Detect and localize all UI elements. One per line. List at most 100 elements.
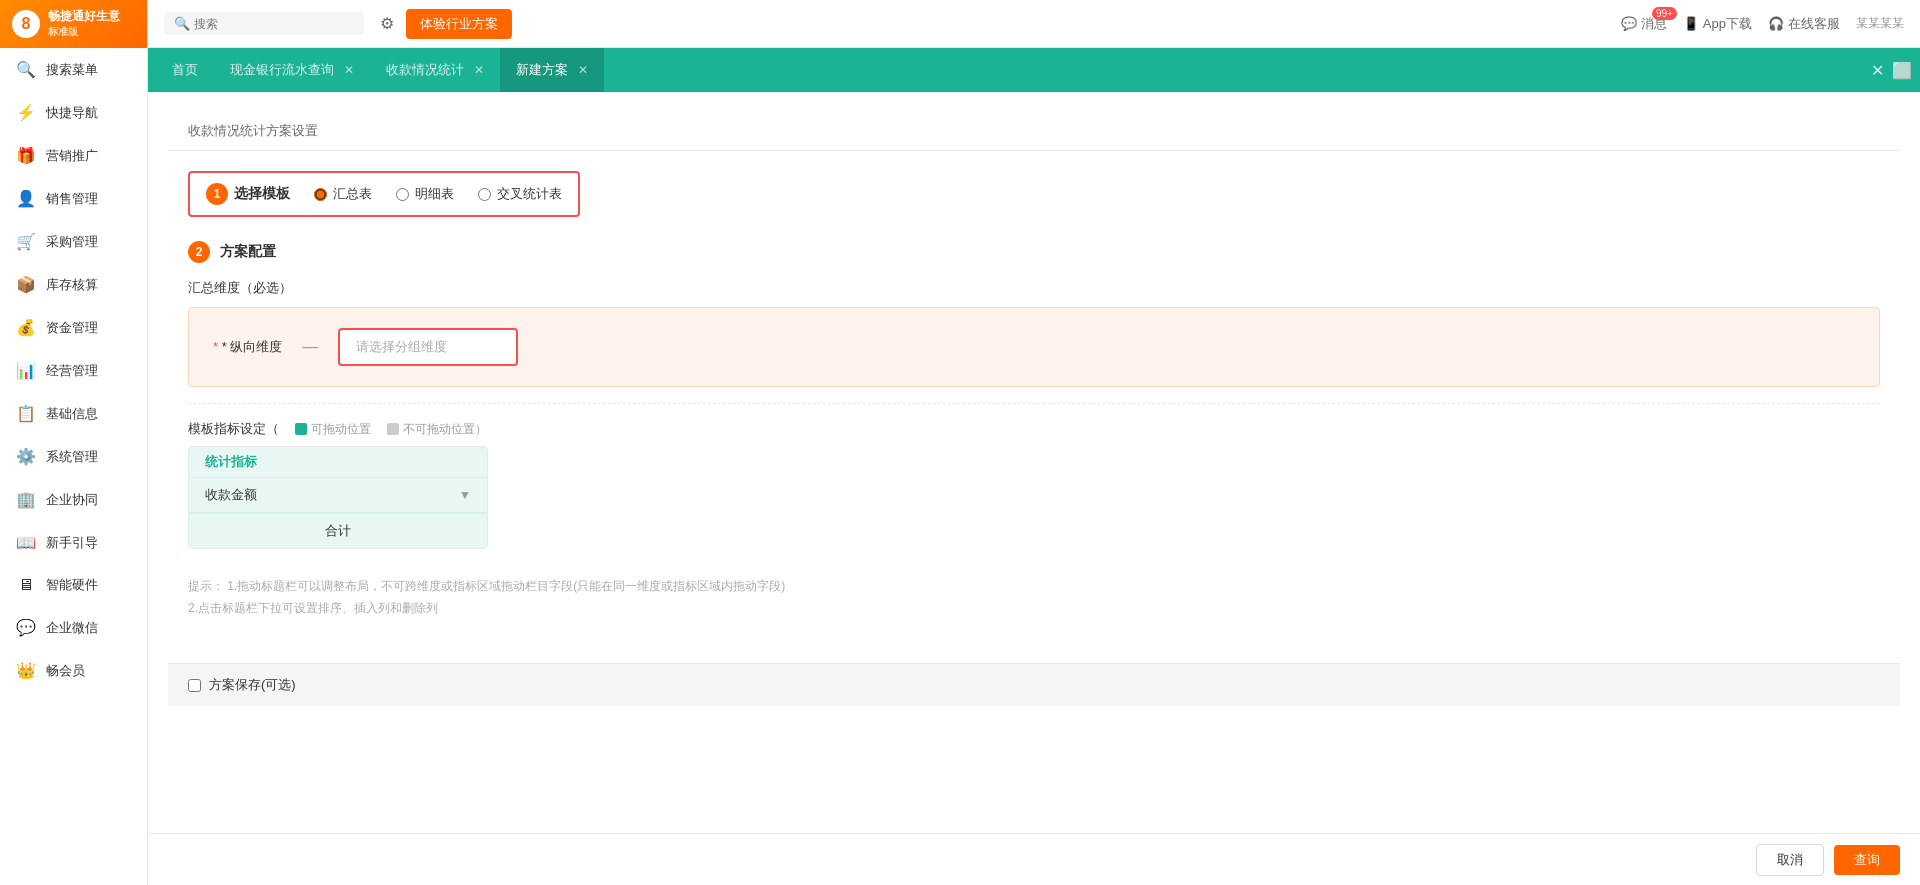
hardware-icon: 🖥 [16, 576, 36, 594]
step2-section: 2 方案配置 汇总维度（必选） * * 纵向维度 — 请选择分组维度 [188, 241, 1880, 619]
step1-section: 1 选择模板 汇总表 明细表 [188, 171, 1880, 217]
download-icon: 📱 [1683, 16, 1699, 31]
template-selection: 1 选择模板 汇总表 明细表 [188, 171, 580, 217]
radio-detail-label[interactable]: 明细表 [415, 185, 454, 203]
vertical-dimension-select[interactable]: 请选择分组维度 [338, 328, 518, 366]
step2-title: 方案配置 [220, 243, 276, 261]
radio-cross[interactable]: 交叉统计表 [478, 185, 562, 203]
logo-sub: 标准版 [48, 25, 120, 39]
sidebar-item-system[interactable]: ⚙️ 系统管理 [0, 435, 147, 478]
nav-label: 系统管理 [46, 448, 98, 466]
trial-button[interactable]: 体验行业方案 [406, 9, 512, 39]
search-menu-icon: 🔍 [16, 60, 36, 79]
sidebar-item-finance[interactable]: 💰 资金管理 [0, 306, 147, 349]
radio-detail-input[interactable] [396, 188, 409, 201]
tab-bank-flow[interactable]: 现金银行流水查询 ✕ [214, 48, 370, 92]
sidebar-item-search-menu[interactable]: 🔍 搜索菜单 [0, 48, 147, 91]
sidebar-item-inventory[interactable]: 📦 库存核算 [0, 263, 147, 306]
page-title: 收款情况统计方案设置 [168, 112, 1900, 151]
step1-title: 选择模板 [234, 185, 290, 203]
maximize-icon[interactable]: ⬜ [1892, 61, 1912, 80]
sidebar-item-member[interactable]: 👑 畅会员 [0, 649, 147, 692]
sidebar-item-basic-info[interactable]: 📋 基础信息 [0, 392, 147, 435]
metrics-cell-label: 收款金额 [205, 486, 257, 504]
nav-label: 经营管理 [46, 362, 98, 380]
tab-receipt-stats-label: 收款情况统计 [386, 61, 464, 79]
sidebar-item-marketing[interactable]: 🎁 营销推广 [0, 134, 147, 177]
message-button[interactable]: 💬 消息 99+ [1621, 15, 1667, 33]
topbar-right: 💬 消息 99+ 📱 App下载 🎧 在线客服 某某某某 [1621, 15, 1904, 33]
save-checkbox[interactable] [188, 679, 201, 692]
metrics-table: 统计指标 收款金额 ▼ 合计 [188, 446, 488, 549]
sidebar-nav: 🔍 搜索菜单 ⚡ 快捷导航 🎁 营销推广 👤 销售管理 🛒 采购管理 📦 库存核… [0, 48, 147, 885]
content-area: 收款情况统计方案设置 1 选择模板 汇总表 [148, 92, 1920, 833]
message-badge: 99+ [1652, 7, 1677, 20]
metrics-cell-amount[interactable]: 收款金额 ▼ [189, 478, 487, 513]
settings-icon[interactable]: ⚙ [380, 14, 394, 33]
radio-cross-input[interactable] [478, 188, 491, 201]
tab-bank-flow-close[interactable]: ✕ [344, 63, 354, 77]
close-window-icon[interactable]: ✕ [1871, 61, 1884, 80]
radio-summary-input[interactable] [314, 188, 327, 201]
nav-label: 企业微信 [46, 619, 98, 637]
sidebar-item-quick-nav[interactable]: ⚡ 快捷导航 [0, 91, 147, 134]
sidebar: 8 畅捷通好生意 标准版 🔍 搜索菜单 ⚡ 快捷导航 🎁 营销推广 👤 销售管理… [0, 0, 148, 885]
step2-header: 2 方案配置 [188, 241, 1880, 263]
radio-cross-label[interactable]: 交叉统计表 [497, 185, 562, 203]
sidebar-item-wechat[interactable]: 💬 企业微信 [0, 606, 147, 649]
operations-icon: 📊 [16, 361, 36, 380]
nav-label: 搜索菜单 [46, 61, 98, 79]
tab-home[interactable]: 首页 [156, 48, 214, 92]
step1-num: 1 [206, 183, 228, 205]
tab-home-label: 首页 [172, 61, 198, 79]
arrow-icon: — [302, 338, 318, 356]
logo-area: 8 畅捷通好生意 标准版 [0, 0, 147, 48]
sidebar-item-guide[interactable]: 📖 新手引导 [0, 521, 147, 564]
sidebar-item-purchase[interactable]: 🛒 采购管理 [0, 220, 147, 263]
tab-receipt-stats[interactable]: 收款情况统计 ✕ [370, 48, 500, 92]
cancel-button[interactable]: 取消 [1756, 844, 1824, 876]
inventory-icon: 📦 [16, 275, 36, 294]
tab-new-plan[interactable]: 新建方案 ✕ [500, 48, 604, 92]
message-icon: 💬 [1621, 16, 1637, 31]
sidebar-item-enterprise[interactable]: 🏢 企业协同 [0, 478, 147, 521]
nav-label: 采购管理 [46, 233, 98, 251]
sidebar-item-hardware[interactable]: 🖥 智能硬件 [0, 564, 147, 606]
service-button[interactable]: 🎧 在线客服 [1768, 15, 1840, 33]
save-option: 方案保存(可选) [168, 663, 1900, 706]
download-label: App下载 [1703, 15, 1752, 33]
search-input[interactable] [194, 17, 344, 31]
non-draggable-label: 不可拖动位置） [403, 421, 487, 438]
sales-icon: 👤 [16, 189, 36, 208]
topbar: 🔍 ⚙ 体验行业方案 💬 消息 99+ 📱 App下载 🎧 在线客服 某某某某 [148, 0, 1920, 48]
logo-icon: 8 [12, 10, 40, 38]
step2-num: 2 [188, 241, 210, 263]
step1-header: 1 选择模板 汇总表 明细表 [188, 171, 1880, 217]
dropdown-icon[interactable]: ▼ [459, 488, 471, 502]
draggable-label: 可拖动位置 [311, 421, 371, 438]
download-button[interactable]: 📱 App下载 [1683, 15, 1752, 33]
draggable-dot [295, 423, 307, 435]
radio-summary[interactable]: 汇总表 [314, 185, 372, 203]
user-name: 某某某某 [1856, 15, 1904, 32]
tab-new-plan-close[interactable]: ✕ [578, 63, 588, 77]
radio-summary-label[interactable]: 汇总表 [333, 185, 372, 203]
non-draggable-dot [387, 423, 399, 435]
purchase-icon: 🛒 [16, 232, 36, 251]
guide-icon: 📖 [16, 533, 36, 552]
metrics-header: 统计指标 [189, 447, 487, 478]
save-label[interactable]: 方案保存(可选) [209, 676, 296, 694]
vertical-dimension-row: * * 纵向维度 — 请选择分组维度 [213, 328, 1855, 366]
radio-detail[interactable]: 明细表 [396, 185, 454, 203]
main-area: 🔍 ⚙ 体验行业方案 💬 消息 99+ 📱 App下载 🎧 在线客服 某某某某 … [148, 0, 1920, 885]
tab-receipt-stats-close[interactable]: ✕ [474, 63, 484, 77]
tabbar-actions: ✕ ⬜ [1871, 61, 1912, 80]
nav-label: 基础信息 [46, 405, 98, 423]
sidebar-item-sales[interactable]: 👤 销售管理 [0, 177, 147, 220]
sidebar-item-operations[interactable]: 📊 经营管理 [0, 349, 147, 392]
nav-label: 营销推广 [46, 147, 98, 165]
query-button[interactable]: 查询 [1834, 845, 1900, 875]
system-icon: ⚙️ [16, 447, 36, 466]
service-label: 在线客服 [1788, 15, 1840, 33]
search-box[interactable]: 🔍 [164, 12, 364, 35]
